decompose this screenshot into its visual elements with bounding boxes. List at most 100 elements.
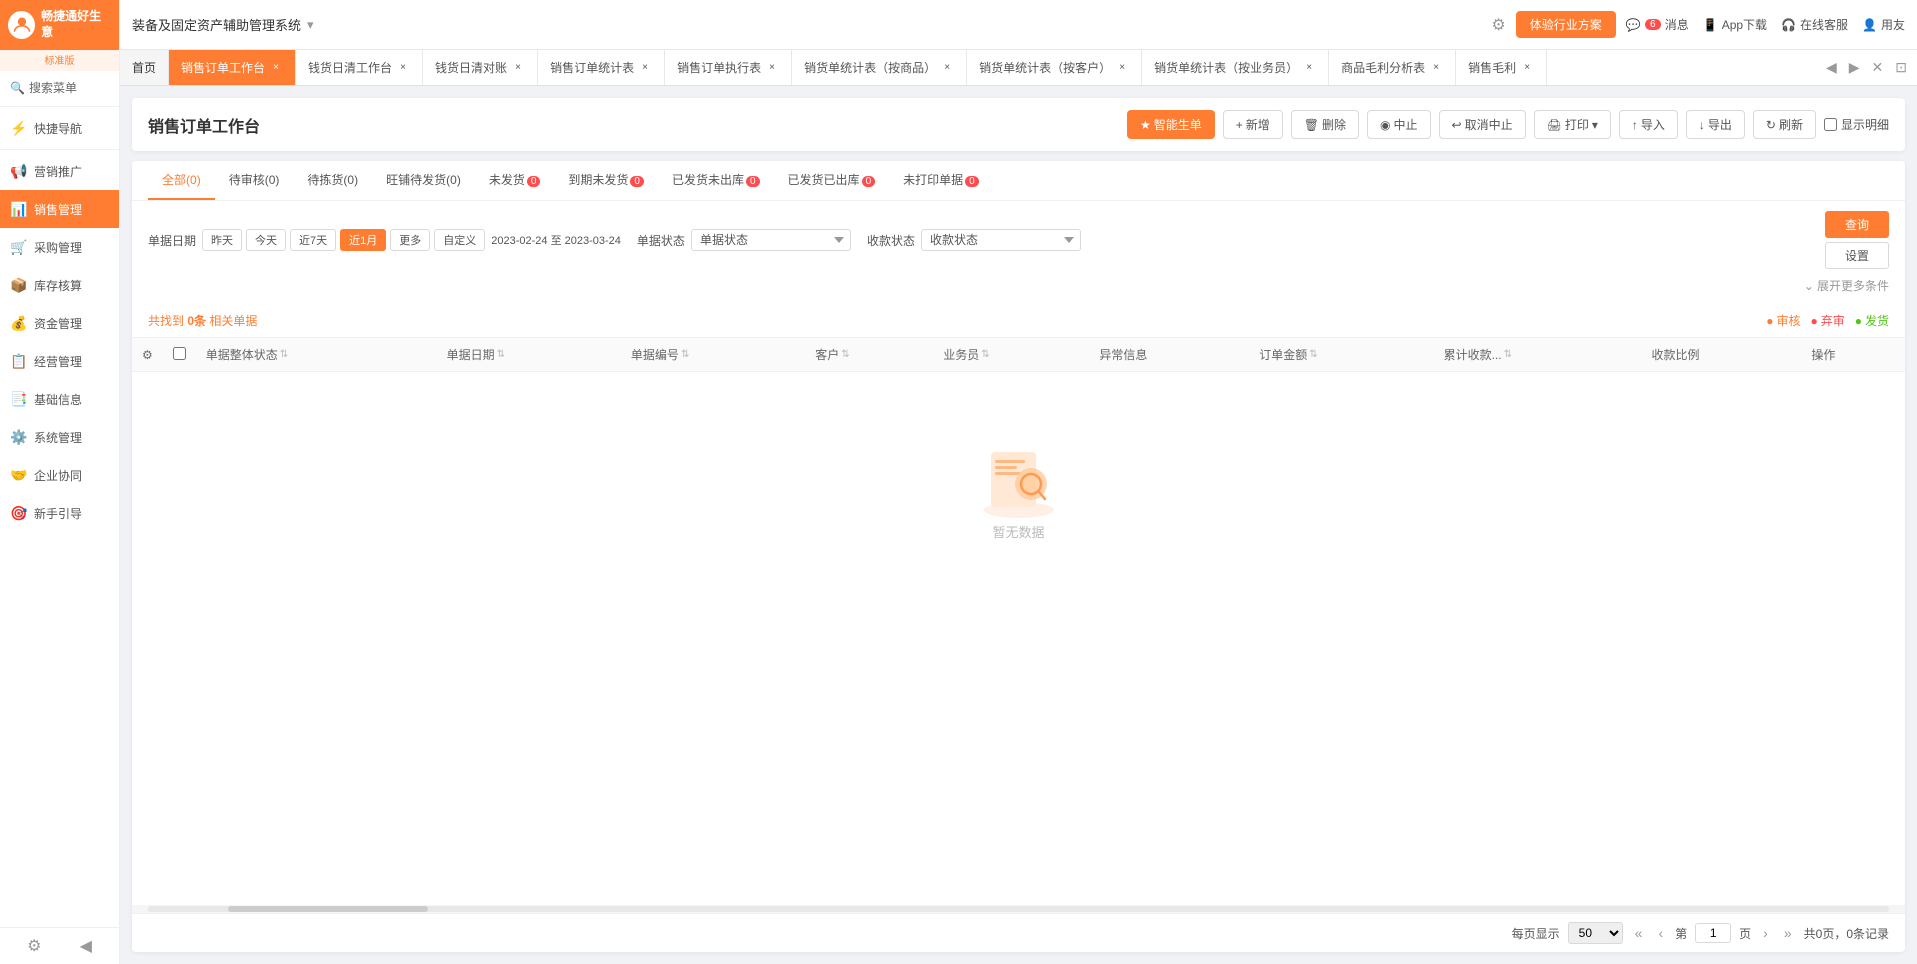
sort-icon-status[interactable]: ⇅ — [280, 349, 288, 360]
filter-setting-button[interactable]: 设置 — [1825, 242, 1889, 269]
last-page-button[interactable]: » — [1780, 925, 1796, 941]
stop-button[interactable]: ◉ 中止 — [1367, 110, 1431, 139]
cancel-stop-button[interactable]: ↩ 取消中止 — [1439, 110, 1526, 139]
tab-sales-by-staff[interactable]: 销货单统计表（按业务员） × — [1142, 50, 1329, 86]
refresh-button[interactable]: ↻ 刷新 — [1753, 110, 1816, 139]
tab-close-gross-margin[interactable]: × — [1429, 61, 1443, 75]
export-button[interactable]: ↓ 导出 — [1686, 110, 1745, 139]
sub-tab-overdue-unshipped[interactable]: 到期未发货0 — [554, 161, 658, 200]
date-btn-today[interactable]: 今天 — [246, 229, 286, 251]
scrollbar-thumb[interactable] — [228, 906, 428, 912]
date-btn-7days[interactable]: 近7天 — [290, 229, 336, 251]
message-action[interactable]: 💬 6 消息 — [1626, 16, 1689, 33]
sidebar-item-quicknav[interactable]: ⚡ 快捷导航 — [0, 109, 119, 147]
page-number-input[interactable] — [1695, 923, 1731, 943]
settings-bottom-icon[interactable]: ⚙ — [27, 936, 41, 956]
payment-select[interactable]: 收款状态 — [921, 229, 1081, 251]
sort-icon-amount[interactable]: ⇅ — [1309, 349, 1317, 360]
th-checkbox[interactable] — [163, 338, 196, 372]
tab-sales-by-customer[interactable]: 销货单统计表（按客户） × — [967, 50, 1142, 86]
th-settings[interactable]: ⚙ — [132, 338, 163, 372]
date-btn-1month[interactable]: 近1月 — [340, 229, 386, 251]
sidebar-item-base[interactable]: 📑 基础信息 — [0, 380, 119, 418]
topbar-dropdown-icon[interactable]: ▾ — [307, 17, 314, 33]
sub-tab-pending-inspect[interactable]: 待拣货(0) — [293, 161, 372, 200]
sub-tab-all[interactable]: 全部(0) — [148, 161, 215, 200]
unreview-action[interactable]: ● 弃审 — [1810, 312, 1844, 329]
expand-filter-button[interactable]: ⌄ 展开更多条件 — [1804, 277, 1889, 294]
print-button[interactable]: 🖨 打印 ▾ — [1534, 110, 1611, 139]
sort-icon-staff[interactable]: ⇅ — [981, 349, 989, 360]
tab-close-sales-order[interactable]: × — [269, 61, 283, 75]
app-download-action[interactable]: 📱 App下载 — [1703, 16, 1767, 33]
tab-close-cash-daily[interactable]: × — [396, 61, 410, 75]
sidebar-item-sales[interactable]: 📊 销售管理 — [0, 190, 119, 228]
tab-cash-reconcile[interactable]: 钱货日清对账 × — [423, 50, 538, 86]
next-page-button[interactable]: › — [1759, 925, 1772, 941]
first-page-button[interactable]: « — [1631, 925, 1647, 941]
tab-gross-margin[interactable]: 商品毛利分析表 × — [1329, 50, 1456, 86]
status-select[interactable]: 单据状态 — [691, 229, 851, 251]
tab-sales-exec[interactable]: 销售订单执行表 × — [665, 50, 792, 86]
add-button[interactable]: + 新增 — [1223, 110, 1283, 139]
tabs-nav-prev[interactable]: ◀ — [1822, 59, 1841, 76]
show-detail-label[interactable]: 显示明细 — [1824, 116, 1889, 133]
sub-tab-shipped-not-out[interactable]: 已发货未出库0 — [658, 161, 774, 200]
user-action[interactable]: 👤 用友 — [1862, 16, 1905, 33]
sort-icon-collected[interactable]: ⇅ — [1504, 349, 1512, 360]
date-btn-yesterday[interactable]: 昨天 — [202, 229, 242, 251]
tab-close-sales-stats[interactable]: × — [638, 61, 652, 75]
delete-button[interactable]: 🗑 删除 — [1291, 110, 1359, 139]
sidebar-item-finance[interactable]: 💰 资金管理 — [0, 304, 119, 342]
tabs-expand[interactable]: ⊡ — [1891, 59, 1911, 76]
tab-close-sales-more[interactable]: × — [1520, 61, 1534, 75]
page-size-select[interactable]: 10 20 50 100 — [1568, 922, 1623, 944]
tab-home[interactable]: 首页 — [120, 50, 169, 86]
tab-sales-by-product[interactable]: 销货单统计表（按商品） × — [792, 50, 967, 86]
sort-icon-customer[interactable]: ⇅ — [841, 349, 849, 360]
tab-close-cash-reconcile[interactable]: × — [511, 61, 525, 75]
sub-tab-unshipped[interactable]: 未发货0 — [475, 161, 555, 200]
scrollbar-track[interactable] — [148, 906, 1889, 912]
tab-close-sales-by-staff[interactable]: × — [1302, 61, 1316, 75]
prev-page-button[interactable]: ‹ — [1654, 925, 1667, 941]
tab-sales-more[interactable]: 销售毛利 × — [1456, 50, 1547, 86]
horizontal-scrollbar[interactable] — [132, 905, 1905, 913]
tab-sales-order[interactable]: 销售订单工作台 × — [169, 50, 296, 86]
sidebar-item-operations[interactable]: 📋 经营管理 — [0, 342, 119, 380]
table-scroll-area[interactable]: ⚙ 单据整体状态⇅ 单据日期⇅ 单据编号⇅ — [132, 338, 1905, 905]
sub-tab-pending-review[interactable]: 待审核(0) — [215, 161, 294, 200]
search-menu[interactable]: 🔍 搜索菜单 — [0, 71, 119, 104]
tab-cash-daily[interactable]: 钱货日清工作台 × — [296, 50, 423, 86]
sub-tab-unprinted[interactable]: 未打印单据0 — [889, 161, 993, 200]
sub-tab-shipped-out[interactable]: 已发货已出库0 — [774, 161, 890, 200]
ship-action[interactable]: ● 发货 — [1855, 312, 1889, 329]
tab-sales-stats[interactable]: 销售订单统计表 × — [538, 50, 665, 86]
sidebar-item-inventory[interactable]: 📦 库存核算 — [0, 266, 119, 304]
sidebar-item-enterprise[interactable]: 🤝 企业协同 — [0, 456, 119, 494]
tabs-nav-next[interactable]: ▶ — [1845, 59, 1864, 76]
collapse-icon[interactable]: ◀ — [80, 936, 92, 956]
sub-tab-wangpu[interactable]: 旺铺待发货(0) — [372, 161, 475, 200]
tab-close-sales-by-product[interactable]: × — [940, 61, 954, 75]
smart-create-button[interactable]: ★ 智能生单 — [1127, 110, 1215, 139]
tab-close-sales-by-customer[interactable]: × — [1115, 61, 1129, 75]
review-action[interactable]: ● 审核 — [1766, 312, 1800, 329]
tabs-close-all[interactable]: ✕ — [1868, 59, 1888, 76]
import-button[interactable]: ↑ 导入 — [1619, 110, 1678, 139]
sidebar-item-marketing[interactable]: 📢 营销推广 — [0, 152, 119, 190]
tab-close-sales-exec[interactable]: × — [765, 61, 779, 75]
online-service-action[interactable]: 🎧 在线客服 — [1781, 16, 1848, 33]
topbar-settings-icon[interactable]: ⚙ — [1491, 15, 1505, 35]
sidebar-item-system[interactable]: ⚙️ 系统管理 — [0, 418, 119, 456]
date-btn-more[interactable]: 更多 — [390, 229, 430, 251]
select-all-checkbox[interactable] — [173, 347, 186, 360]
query-button[interactable]: 查询 — [1825, 211, 1889, 238]
sort-icon-date[interactable]: ⇅ — [497, 349, 505, 360]
sidebar-item-guide[interactable]: 🎯 新手引导 — [0, 494, 119, 532]
show-detail-checkbox[interactable] — [1824, 118, 1837, 131]
industry-solution-button[interactable]: 体验行业方案 — [1516, 11, 1616, 38]
sort-icon-number[interactable]: ⇅ — [681, 349, 689, 360]
sidebar-item-purchase[interactable]: 🛒 采购管理 — [0, 228, 119, 266]
date-btn-custom[interactable]: 自定义 — [434, 229, 485, 251]
